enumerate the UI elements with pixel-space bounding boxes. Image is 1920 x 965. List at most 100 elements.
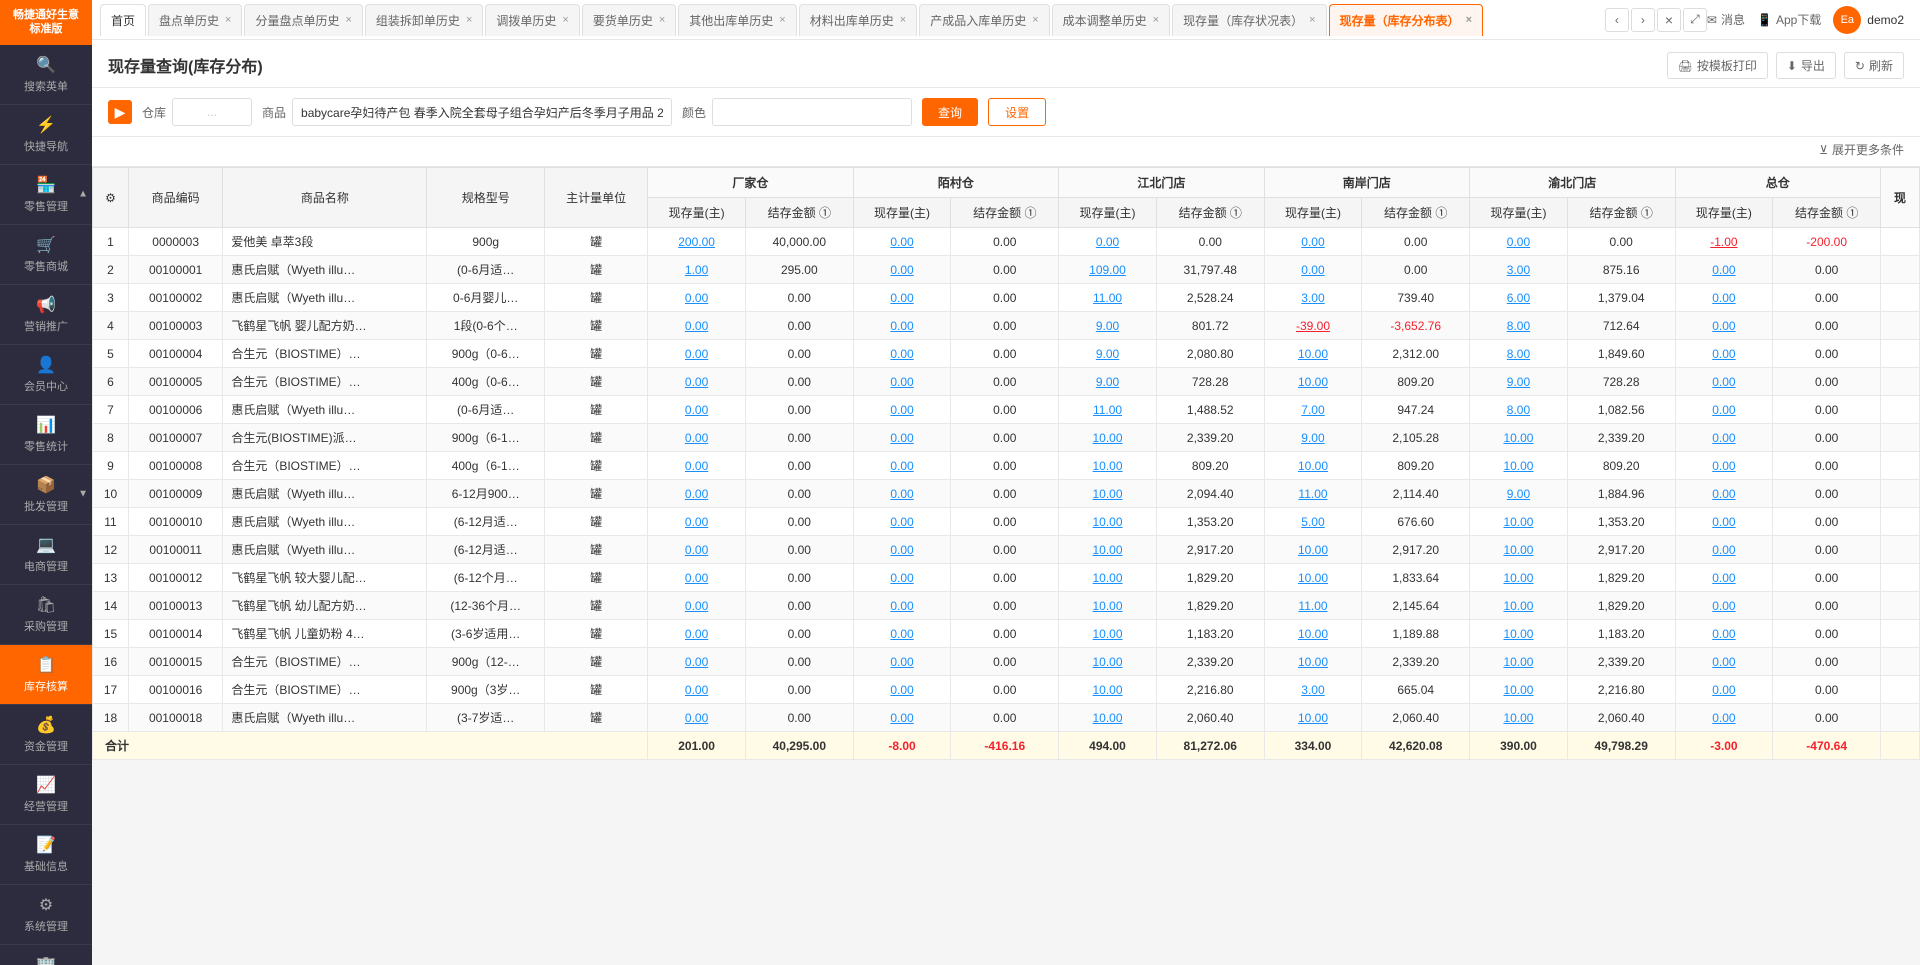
tab-expand-button[interactable]: ⤢	[1683, 8, 1707, 32]
cell-changjia-qty[interactable]: 0.00	[648, 536, 746, 564]
cell-yubei-qty[interactable]: 10.00	[1470, 592, 1568, 620]
cell-yubei-qty[interactable]: 10.00	[1470, 704, 1568, 732]
user-info[interactable]: Ea demo2	[1833, 6, 1904, 34]
cell-mucun-qty[interactable]: 0.00	[853, 480, 951, 508]
cell-jiangbei-qty[interactable]: 10.00	[1059, 564, 1157, 592]
cell-yubei-qty[interactable]: 10.00	[1470, 676, 1568, 704]
sidebar-logo[interactable]: 畅捷通好生意 标准版	[0, 0, 92, 45]
cell-nanan-qty[interactable]: 11.00	[1264, 592, 1362, 620]
cell-yubei-qty[interactable]: 10.00	[1470, 536, 1568, 564]
cell-nanan-qty[interactable]: 10.00	[1264, 340, 1362, 368]
cell-mucun-qty[interactable]: 0.00	[853, 452, 951, 480]
cell-jiangbei-qty[interactable]: 10.00	[1059, 676, 1157, 704]
tab-close-stock-dist[interactable]: ×	[1466, 14, 1472, 26]
cell-jiangbei-qty[interactable]: 10.00	[1059, 704, 1157, 732]
tab-close-stock-single[interactable]: ×	[225, 14, 231, 26]
tab-stock-dist[interactable]: 现存量（库存分布表） ×	[1329, 4, 1483, 36]
cell-yubei-qty[interactable]: 10.00	[1470, 452, 1568, 480]
cell-changjia-qty[interactable]: 0.00	[648, 508, 746, 536]
cell-mucun-qty[interactable]: 0.00	[853, 424, 951, 452]
tab-stock-status[interactable]: 现存量（库存状况表） ×	[1172, 4, 1326, 36]
tab-close-all-button[interactable]: ×	[1657, 8, 1681, 32]
cell-jiangbei-qty[interactable]: 0.00	[1059, 228, 1157, 256]
cell-mucun-qty[interactable]: 0.00	[853, 396, 951, 424]
cell-jiangbei-qty[interactable]: 9.00	[1059, 312, 1157, 340]
cell-mucun-qty[interactable]: 0.00	[853, 256, 951, 284]
sidebar-item-inventory[interactable]: 📋 库存核算	[0, 645, 92, 705]
cell-yubei-qty[interactable]: 10.00	[1470, 508, 1568, 536]
cell-jiangbei-qty[interactable]: 10.00	[1059, 480, 1157, 508]
cell-total-qty[interactable]: 0.00	[1675, 564, 1773, 592]
cell-total-qty[interactable]: 0.00	[1675, 312, 1773, 340]
tab-close-cost-adjust[interactable]: ×	[1153, 14, 1159, 26]
cell-jiangbei-qty[interactable]: 10.00	[1059, 508, 1157, 536]
cell-changjia-qty[interactable]: 200.00	[648, 228, 746, 256]
cell-jiangbei-qty[interactable]: 11.00	[1059, 396, 1157, 424]
cell-mucun-qty[interactable]: 0.00	[853, 648, 951, 676]
cell-changjia-qty[interactable]: 0.00	[648, 284, 746, 312]
cell-changjia-qty[interactable]: 0.00	[648, 620, 746, 648]
tab-close-other-out[interactable]: ×	[779, 14, 785, 26]
sidebar-item-finance[interactable]: 💰 资金管理	[0, 705, 92, 765]
cell-nanan-qty[interactable]: 5.00	[1264, 508, 1362, 536]
cell-changjia-qty[interactable]: 1.00	[648, 256, 746, 284]
cell-changjia-qty[interactable]: 0.00	[648, 564, 746, 592]
sidebar-item-member[interactable]: 👤 会员中心	[0, 345, 92, 405]
cell-changjia-qty[interactable]: 0.00	[648, 452, 746, 480]
cell-jiangbei-qty[interactable]: 9.00	[1059, 368, 1157, 396]
tab-next-button[interactable]: ›	[1631, 8, 1655, 32]
tab-close-product-in[interactable]: ×	[1032, 14, 1038, 26]
cell-nanan-qty[interactable]: -39.00	[1264, 312, 1362, 340]
tab-close-request[interactable]: ×	[659, 14, 665, 26]
tab-stock-single[interactable]: 盘点单历史 ×	[148, 4, 242, 36]
tab-home[interactable]: 首页	[100, 4, 146, 36]
tab-cost-adjust[interactable]: 成本调整单历史 ×	[1052, 4, 1170, 36]
cell-yubei-qty[interactable]: 10.00	[1470, 648, 1568, 676]
cell-changjia-qty[interactable]: 0.00	[648, 368, 746, 396]
cell-nanan-qty[interactable]: 11.00	[1264, 480, 1362, 508]
cell-total-qty[interactable]: -1.00	[1675, 228, 1773, 256]
cell-mucun-qty[interactable]: 0.00	[853, 340, 951, 368]
search-expand-button[interactable]: ▶	[108, 100, 132, 124]
cell-mucun-qty[interactable]: 0.00	[853, 704, 951, 732]
cell-changjia-qty[interactable]: 0.00	[648, 340, 746, 368]
tab-assemble-split[interactable]: 组装拆卸单历史 ×	[365, 4, 483, 36]
cell-yubei-qty[interactable]: 8.00	[1470, 396, 1568, 424]
sidebar-item-retail-stats[interactable]: 📊 零售统计	[0, 405, 92, 465]
cell-nanan-qty[interactable]: 0.00	[1264, 228, 1362, 256]
cell-nanan-qty[interactable]: 10.00	[1264, 704, 1362, 732]
cell-jiangbei-qty[interactable]: 10.00	[1059, 536, 1157, 564]
cell-total-qty[interactable]: 0.00	[1675, 256, 1773, 284]
cell-changjia-qty[interactable]: 0.00	[648, 592, 746, 620]
cell-changjia-qty[interactable]: 0.00	[648, 312, 746, 340]
cell-jiangbei-qty[interactable]: 10.00	[1059, 592, 1157, 620]
cell-jiangbei-qty[interactable]: 9.00	[1059, 340, 1157, 368]
cell-mucun-qty[interactable]: 0.00	[853, 536, 951, 564]
cell-mucun-qty[interactable]: 0.00	[853, 368, 951, 396]
cell-yubei-qty[interactable]: 10.00	[1470, 620, 1568, 648]
cell-nanan-qty[interactable]: 9.00	[1264, 424, 1362, 452]
sidebar-item-retail[interactable]: 🏪 零售管理 ▲	[0, 165, 92, 225]
cell-yubei-qty[interactable]: 10.00	[1470, 424, 1568, 452]
cell-jiangbei-qty[interactable]: 10.00	[1059, 648, 1157, 676]
cell-total-qty[interactable]: 0.00	[1675, 424, 1773, 452]
cell-changjia-qty[interactable]: 0.00	[648, 704, 746, 732]
tab-other-out[interactable]: 其他出库单历史 ×	[678, 4, 796, 36]
sidebar-item-basic[interactable]: 📝 基础信息	[0, 825, 92, 885]
tab-material-out[interactable]: 材料出库单历史 ×	[799, 4, 917, 36]
cell-mucun-qty[interactable]: 0.00	[853, 284, 951, 312]
refresh-button[interactable]: ↻ 刷新	[1844, 52, 1904, 79]
export-button[interactable]: ⬇ 导出	[1776, 52, 1836, 79]
cell-jiangbei-qty[interactable]: 10.00	[1059, 424, 1157, 452]
cell-total-qty[interactable]: 0.00	[1675, 368, 1773, 396]
color-input[interactable]	[712, 98, 912, 126]
cell-changjia-qty[interactable]: 0.00	[648, 648, 746, 676]
tab-request[interactable]: 要货单历史 ×	[582, 4, 676, 36]
cell-yubei-qty[interactable]: 9.00	[1470, 368, 1568, 396]
cell-nanan-qty[interactable]: 3.00	[1264, 676, 1362, 704]
sidebar-item-ecommerce[interactable]: 💻 电商管理	[0, 525, 92, 585]
product-input[interactable]	[292, 98, 672, 126]
cell-nanan-qty[interactable]: 10.00	[1264, 564, 1362, 592]
cell-nanan-qty[interactable]: 10.00	[1264, 536, 1362, 564]
cell-mucun-qty[interactable]: 0.00	[853, 676, 951, 704]
